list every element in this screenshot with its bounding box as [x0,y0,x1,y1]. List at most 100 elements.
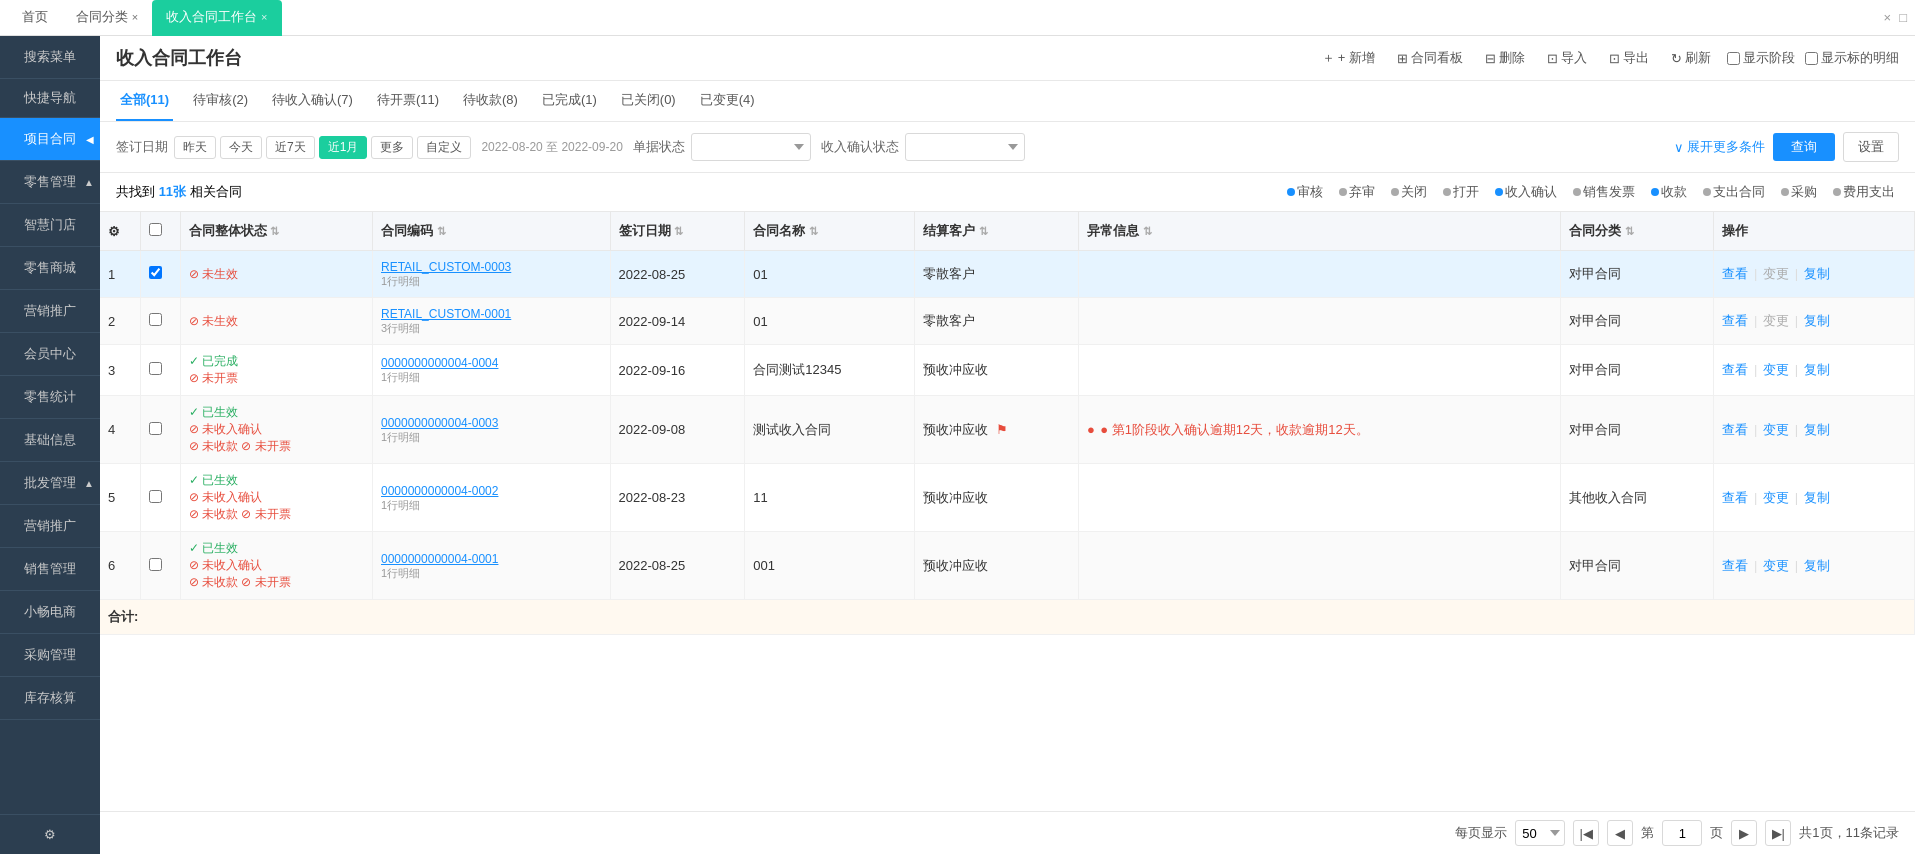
export-button[interactable]: ⊡ 导出 [1603,47,1655,69]
view-2[interactable]: 查看 [1722,313,1748,328]
copy-2[interactable]: 复制 [1804,313,1830,328]
view-1[interactable]: 查看 [1722,266,1748,281]
gear-icon[interactable]: ⚙ [108,224,120,239]
row-checkbox-4[interactable] [140,396,180,464]
sidebar-item-smart-store[interactable]: 智慧门店 [0,204,100,247]
sidebar-item-sales-management[interactable]: 销售管理 [0,548,100,591]
date-btn-7days[interactable]: 近7天 [266,136,315,159]
tab-pending-confirm[interactable]: 待收入确认(7) [268,81,357,121]
show-stage-input[interactable] [1727,52,1740,65]
date-btn-1month[interactable]: 近1月 [319,136,368,159]
view-6[interactable]: 查看 [1722,558,1748,573]
close-tab-income-contract[interactable]: × [261,11,267,23]
tab-all[interactable]: 全部(11) [116,81,173,121]
sidebar-settings[interactable]: ⚙ [0,814,100,854]
row-checkbox-5[interactable] [140,464,180,532]
receive-payment-button[interactable]: 收款 [1647,181,1691,203]
close-window-icon[interactable]: × [1884,10,1892,25]
select-all-checkbox[interactable] [149,223,162,236]
sidebar-item-project-contract[interactable]: 项目合同 ◀ [0,118,100,161]
col-gear[interactable]: ⚙ [100,212,140,251]
sort-status-icon[interactable]: ⇅ [270,225,279,237]
show-stage-checkbox[interactable]: 显示阶段 [1727,49,1795,67]
sidebar-item-marketing[interactable]: 营销推广 [0,290,100,333]
expense-output-button[interactable]: 费用支出 [1829,181,1899,203]
sidebar-item-wholesale[interactable]: 批发管理 ▲ [0,462,100,505]
view-3[interactable]: 查看 [1722,362,1748,377]
sort-date-icon[interactable]: ⇅ [674,225,683,237]
copy-6[interactable]: 复制 [1804,558,1830,573]
sort-customer-icon[interactable]: ⇅ [979,225,988,237]
sort-category-icon[interactable]: ⇅ [1625,225,1634,237]
change-6[interactable]: 变更 [1763,558,1789,573]
sidebar-item-ecommerce[interactable]: 小畅电商 [0,591,100,634]
copy-1[interactable]: 复制 [1804,266,1830,281]
first-page-button[interactable]: |◀ [1573,820,1599,846]
next-page-button[interactable]: ▶ [1731,820,1757,846]
contract-link-5[interactable]: 0000000000004-0002 [381,484,498,498]
contract-link-2[interactable]: RETAIL_CUSTOM-0001 [381,307,511,321]
confirm-filter-select[interactable] [905,133,1025,161]
view-4[interactable]: 查看 [1722,422,1748,437]
contract-link-1[interactable]: RETAIL_CUSTOM-0003 [381,260,511,274]
row-select-3[interactable] [149,362,162,375]
date-btn-today[interactable]: 今天 [220,136,262,159]
contract-link-3[interactable]: 0000000000004-0004 [381,356,498,370]
add-button[interactable]: ＋ + 新增 [1316,47,1381,69]
copy-3[interactable]: 复制 [1804,362,1830,377]
contract-board-button[interactable]: ⊞ 合同看板 [1391,47,1469,69]
row-select-5[interactable] [149,490,162,503]
tab-contract-category[interactable]: 合同分类 × [62,0,152,36]
col-checkbox[interactable] [140,212,180,251]
audit-button[interactable]: 审核 [1283,181,1327,203]
change-4[interactable]: 变更 [1763,422,1789,437]
expand-filter-button[interactable]: ∨ 展开更多条件 [1674,138,1765,156]
close-contract-button[interactable]: 关闭 [1387,181,1431,203]
import-button[interactable]: ⊡ 导入 [1541,47,1593,69]
sidebar-item-retail-stats[interactable]: 零售统计 [0,376,100,419]
show-detail-checkbox[interactable]: 显示标的明细 [1805,49,1899,67]
sidebar-item-basic-info[interactable]: 基础信息 [0,419,100,462]
copy-4[interactable]: 复制 [1804,422,1830,437]
view-5[interactable]: 查看 [1722,490,1748,505]
sidebar-search[interactable]: 搜索菜单 [0,36,100,79]
delete-button[interactable]: ⊟ 删除 [1479,47,1531,69]
set-button[interactable]: 设置 [1843,132,1899,162]
tab-pending-invoice[interactable]: 待开票(11) [373,81,443,121]
sort-name-icon[interactable]: ⇅ [809,225,818,237]
change-1[interactable]: 变更 [1763,266,1789,281]
row-checkbox-2[interactable] [140,298,180,345]
contract-link-4[interactable]: 0000000000004-0003 [381,416,498,430]
abandon-audit-button[interactable]: 弃审 [1335,181,1379,203]
tab-home[interactable]: 首页 [8,0,62,36]
tab-changed[interactable]: 已变更(4) [696,81,759,121]
row-checkbox-3[interactable] [140,345,180,396]
income-confirm-button[interactable]: 收入确认 [1491,181,1561,203]
sort-abnormal-icon[interactable]: ⇅ [1143,225,1152,237]
restore-window-icon[interactable]: □ [1899,10,1907,25]
sidebar-item-retail-mall[interactable]: 零售商城 [0,247,100,290]
query-button[interactable]: 查询 [1773,133,1835,161]
refresh-button[interactable]: ↻ 刷新 [1665,47,1717,69]
change-5[interactable]: 变更 [1763,490,1789,505]
row-select-4[interactable] [149,422,162,435]
row-checkbox-6[interactable] [140,532,180,600]
sales-invoice-button[interactable]: 销售发票 [1569,181,1639,203]
show-detail-input[interactable] [1805,52,1818,65]
row-checkbox-1[interactable] [140,251,180,298]
tab-closed[interactable]: 已关闭(0) [617,81,680,121]
sidebar-item-member-center[interactable]: 会员中心 [0,333,100,376]
row-select-1[interactable] [149,266,162,279]
row-select-2[interactable] [149,313,162,326]
tab-completed[interactable]: 已完成(1) [538,81,601,121]
prev-page-button[interactable]: ◀ [1607,820,1633,846]
page-number-input[interactable] [1662,820,1702,846]
status-filter-select[interactable] [691,133,811,161]
change-3[interactable]: 变更 [1763,362,1789,377]
date-btn-more[interactable]: 更多 [371,136,413,159]
purchase-button[interactable]: 采购 [1777,181,1821,203]
date-btn-custom[interactable]: 自定义 [417,136,471,159]
last-page-button[interactable]: ▶| [1765,820,1791,846]
sidebar-quick-nav[interactable]: 快捷导航 [0,79,100,118]
tab-pending-review[interactable]: 待审核(2) [189,81,252,121]
